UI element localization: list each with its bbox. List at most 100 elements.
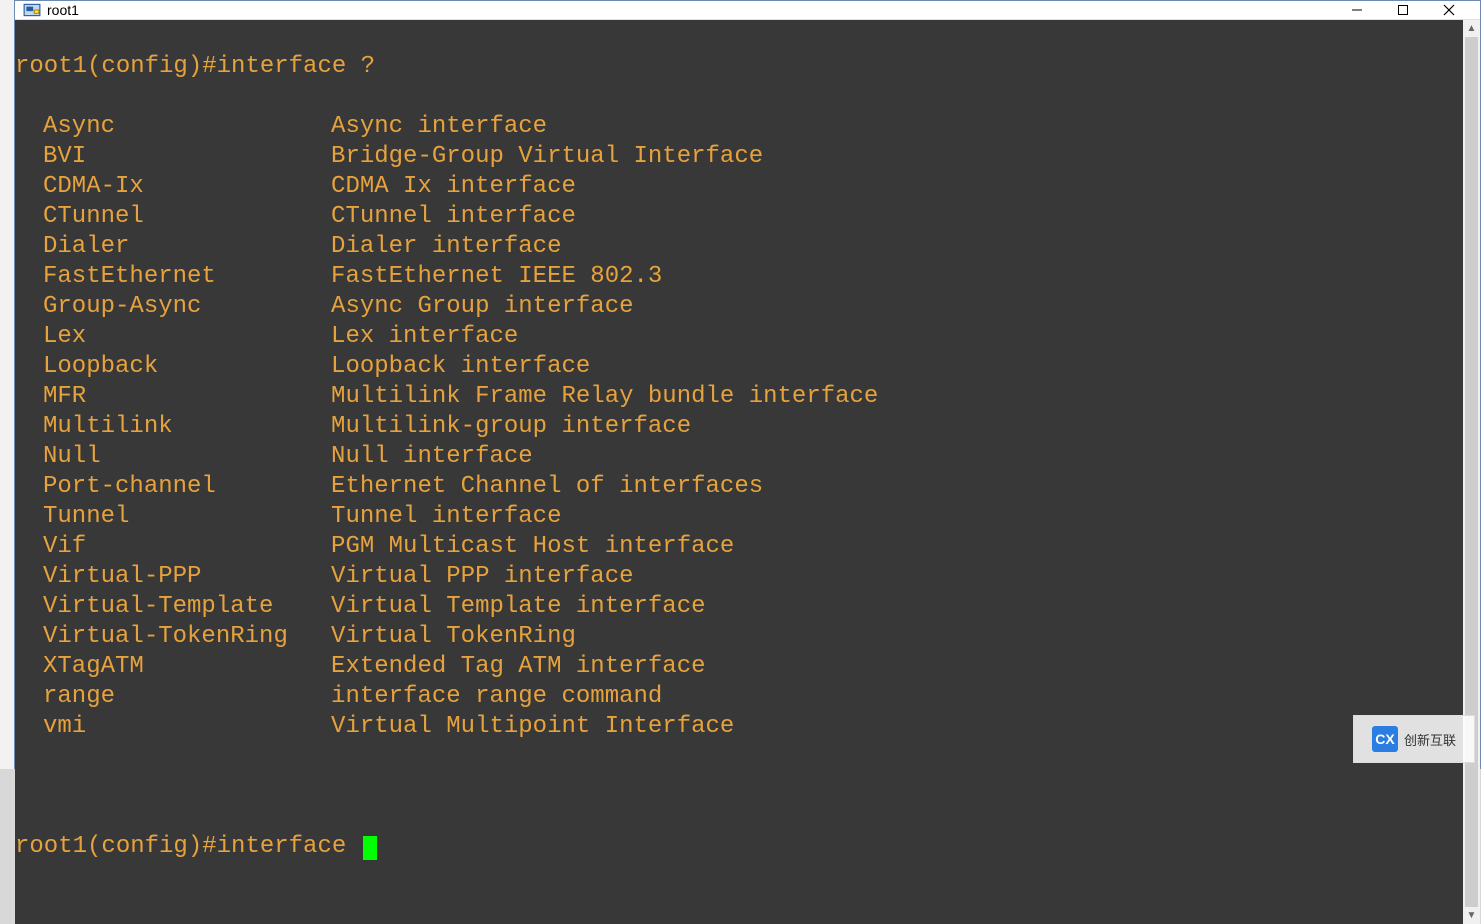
interface-option-row: AsyncAsync interface bbox=[15, 112, 1463, 142]
interface-option-row: Virtual-TokenRingVirtual TokenRing bbox=[15, 622, 1463, 652]
putty-icon bbox=[23, 1, 41, 19]
option-description: Extended Tag ATM interface bbox=[331, 652, 705, 682]
interface-option-row: XTagATMExtended Tag ATM interface bbox=[15, 652, 1463, 682]
option-description: Tunnel interface bbox=[331, 502, 561, 532]
option-keyword: FastEthernet bbox=[43, 262, 331, 292]
option-keyword: Port-channel bbox=[43, 472, 331, 502]
option-keyword: Group-Async bbox=[43, 292, 331, 322]
indent bbox=[15, 352, 43, 382]
scrollbar-up-arrow[interactable]: ▲ bbox=[1463, 20, 1480, 37]
option-description: Null interface bbox=[331, 442, 533, 472]
option-description: Async Group interface bbox=[331, 292, 633, 322]
option-keyword: Lex bbox=[43, 322, 331, 352]
indent bbox=[15, 142, 43, 172]
indent bbox=[15, 172, 43, 202]
option-description: Virtual Template interface bbox=[331, 592, 705, 622]
interface-option-row: VifPGM Multicast Host interface bbox=[15, 532, 1463, 562]
titlebar: root1 bbox=[15, 1, 1480, 20]
option-keyword: Virtual-Template bbox=[43, 592, 331, 622]
option-keyword: Tunnel bbox=[43, 502, 331, 532]
interface-option-row: TunnelTunnel interface bbox=[15, 502, 1463, 532]
option-keyword: XTagATM bbox=[43, 652, 331, 682]
indent bbox=[15, 412, 43, 442]
option-keyword: Async bbox=[43, 112, 331, 142]
option-keyword: BVI bbox=[43, 142, 331, 172]
indent bbox=[15, 202, 43, 232]
option-description: FastEthernet IEEE 802.3 bbox=[331, 262, 662, 292]
option-description: CDMA Ix interface bbox=[331, 172, 576, 202]
option-description: PGM Multicast Host interface bbox=[331, 532, 734, 562]
indent bbox=[15, 442, 43, 472]
interface-option-row: Virtual-PPPVirtual PPP interface bbox=[15, 562, 1463, 592]
option-description: Ethernet Channel of interfaces bbox=[331, 472, 763, 502]
interface-option-row: BVIBridge-Group Virtual Interface bbox=[15, 142, 1463, 172]
option-keyword: Virtual-TokenRing bbox=[43, 622, 331, 652]
indent bbox=[15, 112, 43, 142]
indent bbox=[15, 292, 43, 322]
indent bbox=[15, 592, 43, 622]
option-description: Virtual Multipoint Interface bbox=[331, 712, 734, 742]
interface-option-row: DialerDialer interface bbox=[15, 232, 1463, 262]
interface-option-row: LoopbackLoopback interface bbox=[15, 352, 1463, 382]
indent bbox=[15, 532, 43, 562]
option-description: Lex interface bbox=[331, 322, 518, 352]
interface-option-row: NullNull interface bbox=[15, 442, 1463, 472]
option-description: Bridge-Group Virtual Interface bbox=[331, 142, 763, 172]
option-description: CTunnel interface bbox=[331, 202, 576, 232]
option-keyword: Virtual-PPP bbox=[43, 562, 331, 592]
terminal-area[interactable]: root1(config)#interface ? AsyncAsync int… bbox=[15, 20, 1463, 924]
scrollbar-thumb[interactable] bbox=[1465, 37, 1478, 907]
interface-option-row: FastEthernetFastEthernet IEEE 802.3 bbox=[15, 262, 1463, 292]
option-keyword: Vif bbox=[43, 532, 331, 562]
option-description: Async interface bbox=[331, 112, 547, 142]
interface-option-row: CDMA-IxCDMA Ix interface bbox=[15, 172, 1463, 202]
option-keyword: Loopback bbox=[43, 352, 331, 382]
maximize-button[interactable] bbox=[1380, 1, 1426, 19]
indent bbox=[15, 682, 43, 712]
indent bbox=[15, 622, 43, 652]
window-title: root1 bbox=[47, 2, 79, 18]
option-keyword: Null bbox=[43, 442, 331, 472]
interface-option-row: Group-AsyncAsync Group interface bbox=[15, 292, 1463, 322]
background-page-strip bbox=[0, 0, 14, 769]
option-description: Virtual PPP interface bbox=[331, 562, 633, 592]
cursor-block bbox=[363, 836, 377, 860]
indent bbox=[15, 652, 43, 682]
option-keyword: vmi bbox=[43, 712, 331, 742]
option-keyword: CDMA-Ix bbox=[43, 172, 331, 202]
interface-option-row: CTunnelCTunnel interface bbox=[15, 202, 1463, 232]
putty-window: root1 root1(config)#interface ? AsyncAsy… bbox=[14, 0, 1481, 769]
terminal-prompt-bottom: root1(config)#interface bbox=[15, 832, 1463, 862]
vertical-scrollbar[interactable]: ▲ ▼ bbox=[1463, 20, 1480, 924]
interface-option-row: rangeinterface range command bbox=[15, 682, 1463, 712]
interface-option-row: vmiVirtual Multipoint Interface bbox=[15, 712, 1463, 742]
indent bbox=[15, 502, 43, 532]
indent bbox=[15, 472, 43, 502]
option-keyword: Multilink bbox=[43, 412, 331, 442]
indent bbox=[15, 262, 43, 292]
window-controls bbox=[1334, 1, 1472, 19]
interface-option-row: LexLex interface bbox=[15, 322, 1463, 352]
interface-option-row: MultilinkMultilink-group interface bbox=[15, 412, 1463, 442]
terminal-blank-line bbox=[15, 772, 1463, 802]
indent bbox=[15, 322, 43, 352]
option-description: Multilink Frame Relay bundle interface bbox=[331, 382, 878, 412]
option-description: Multilink-group interface bbox=[331, 412, 691, 442]
option-description: interface range command bbox=[331, 682, 662, 712]
option-description: Dialer interface bbox=[331, 232, 561, 262]
option-keyword: range bbox=[43, 682, 331, 712]
close-button[interactable] bbox=[1426, 1, 1472, 19]
indent bbox=[15, 562, 43, 592]
interface-option-row: Port-channelEthernet Channel of interfac… bbox=[15, 472, 1463, 502]
option-keyword: MFR bbox=[43, 382, 331, 412]
option-description: Loopback interface bbox=[331, 352, 590, 382]
indent bbox=[15, 382, 43, 412]
option-keyword: CTunnel bbox=[43, 202, 331, 232]
option-keyword: Dialer bbox=[43, 232, 331, 262]
interface-option-row: MFRMultilink Frame Relay bundle interfac… bbox=[15, 382, 1463, 412]
indent bbox=[15, 712, 43, 742]
scrollbar-down-arrow[interactable]: ▼ bbox=[1463, 907, 1480, 924]
minimize-button[interactable] bbox=[1334, 1, 1380, 19]
indent bbox=[15, 232, 43, 262]
terminal-prompt-top: root1(config)#interface ? bbox=[15, 52, 1463, 82]
